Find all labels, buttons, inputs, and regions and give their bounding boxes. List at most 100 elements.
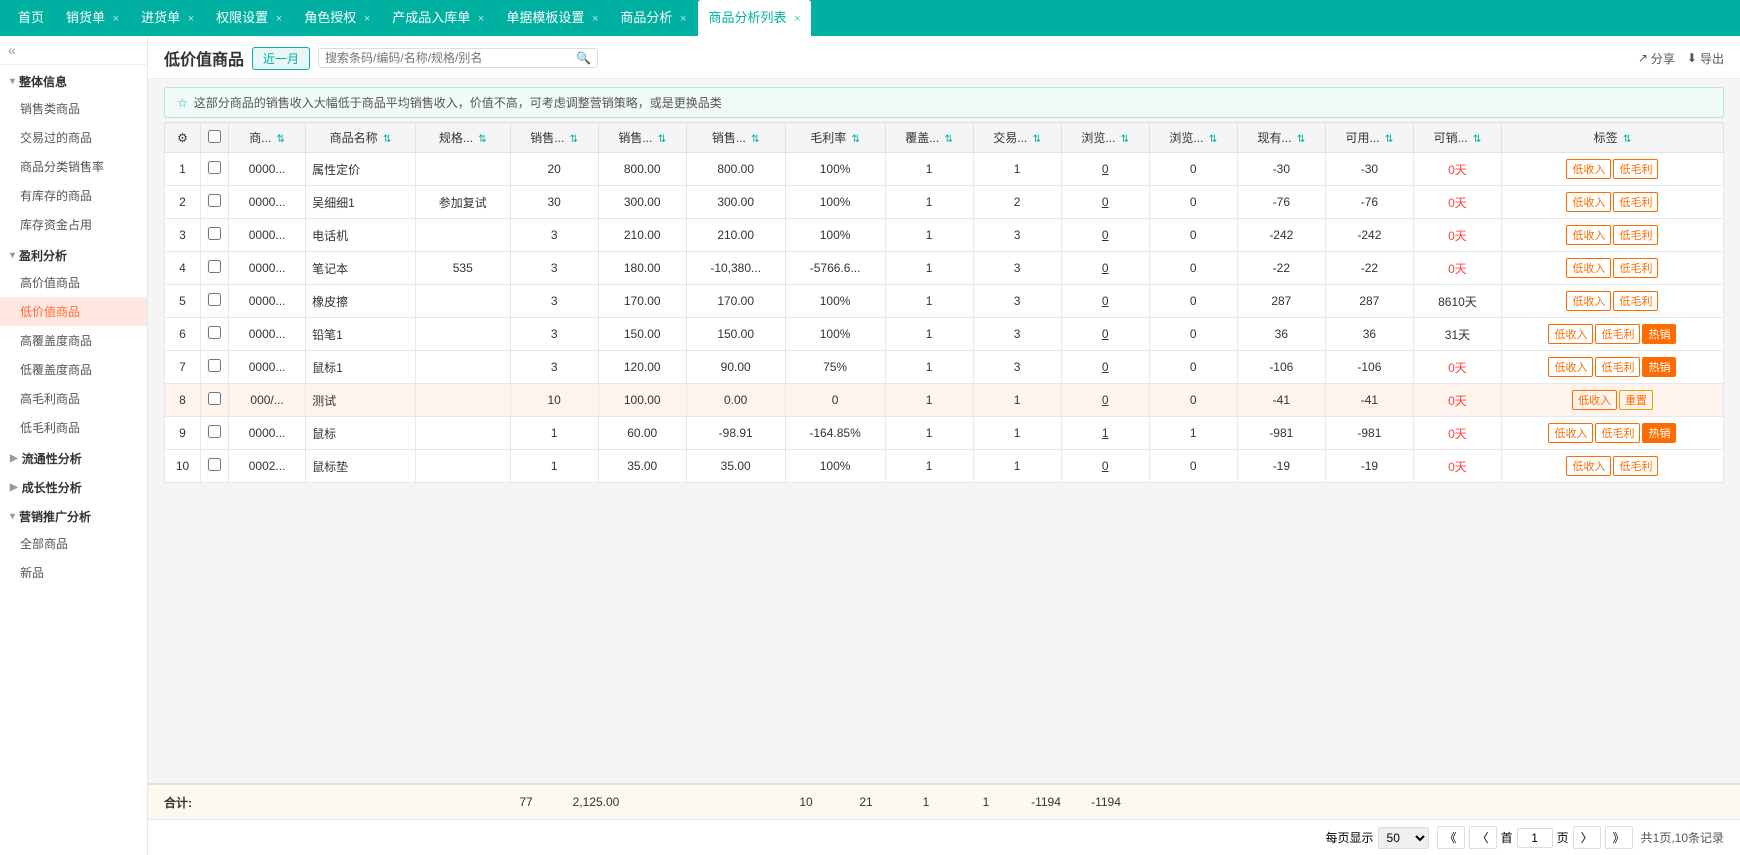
th-margin[interactable]: 毛利率 ⇅ <box>785 123 885 153</box>
sidebar-item-low-coverage[interactable]: 低覆盖度商品 <box>0 355 147 384</box>
nav-home[interactable]: 首页 <box>8 0 54 36</box>
row-checkbox[interactable] <box>208 458 221 471</box>
sidebar-item-high-margin[interactable]: 高毛利商品 <box>0 384 147 413</box>
view-count-link[interactable]: 0 <box>1102 195 1109 209</box>
view-count-link[interactable]: 0 <box>1102 327 1109 341</box>
view-count-link[interactable]: 0 <box>1102 294 1109 308</box>
sidebar-collapse-button[interactable]: « <box>8 42 16 58</box>
nav-role-auth[interactable]: 角色授权 × <box>294 0 380 36</box>
nav-product-storage[interactable]: 产成品入库单 × <box>382 0 494 36</box>
nav-sales-order[interactable]: 销货单 × <box>56 0 129 36</box>
close-icon[interactable]: × <box>113 13 119 25</box>
close-icon[interactable]: × <box>188 13 194 25</box>
close-icon[interactable]: × <box>794 13 800 25</box>
row-checkbox-cell[interactable] <box>201 450 229 483</box>
row-checkbox[interactable] <box>208 293 221 306</box>
filter-recent-month-button[interactable]: 近一月 <box>252 47 310 70</box>
th-tags[interactable]: 标签 ⇅ <box>1501 123 1723 153</box>
current-stock: 287 <box>1237 285 1325 318</box>
sale-cost: 170.00 <box>686 285 785 318</box>
th-code[interactable]: 商... ⇅ <box>229 123 306 153</box>
view-count-link[interactable]: 0 <box>1102 261 1109 275</box>
view-count-link[interactable]: 0 <box>1102 162 1109 176</box>
nav-product-analysis-list[interactable]: 商品分析列表 × <box>698 0 810 36</box>
sidebar-group-profit[interactable]: ▾ 盈利分析 <box>0 239 147 268</box>
view-count-link[interactable]: 0 <box>1102 228 1109 242</box>
sidebar-item-sales-products[interactable]: 销售类商品 <box>0 94 147 123</box>
th-spec[interactable]: 规格... ⇅ <box>415 123 510 153</box>
th-sellable[interactable]: 可销... ⇅ <box>1413 123 1501 153</box>
sidebar-item-low-value[interactable]: 低价值商品 <box>0 297 147 326</box>
sidebar-group-circulation[interactable]: ▶ 流通性分析 <box>0 442 147 471</box>
trade-count: 3 <box>973 219 1061 252</box>
nav-permissions[interactable]: 权限设置 × <box>206 0 292 36</box>
view-count-link[interactable]: 1 <box>1102 426 1109 440</box>
row-checkbox[interactable] <box>208 425 221 438</box>
th-trade[interactable]: 交易... ⇅ <box>973 123 1061 153</box>
row-checkbox-cell[interactable] <box>201 252 229 285</box>
th-available[interactable]: 可用... ⇅ <box>1325 123 1413 153</box>
sidebar-item-traded-products[interactable]: 交易过的商品 <box>0 123 147 152</box>
search-input[interactable] <box>325 51 572 65</box>
prev-page-button[interactable]: 〈 <box>1469 826 1497 849</box>
th-settings[interactable]: ⚙ <box>165 123 201 153</box>
th-current-stock[interactable]: 现有... ⇅ <box>1237 123 1325 153</box>
th-view1[interactable]: 浏览... ⇅ <box>1061 123 1149 153</box>
nav-purchase-order[interactable]: 进货单 × <box>131 0 204 36</box>
tag: 低收入 <box>1566 192 1611 212</box>
view-count-link[interactable]: 0 <box>1102 393 1109 407</box>
th-name[interactable]: 商品名称 ⇅ <box>306 123 416 153</box>
page-number-input[interactable] <box>1517 828 1553 848</box>
close-icon[interactable]: × <box>592 13 598 25</box>
first-page-button[interactable]: 《 <box>1437 826 1465 849</box>
row-checkbox[interactable] <box>208 194 221 207</box>
row-checkbox-cell[interactable] <box>201 153 229 186</box>
sidebar-item-all-products[interactable]: 全部商品 <box>0 529 147 558</box>
row-checkbox[interactable] <box>208 227 221 240</box>
row-checkbox-cell[interactable] <box>201 186 229 219</box>
sidebar-group-overview[interactable]: ▾ 整体信息 <box>0 65 147 94</box>
sidebar-item-high-coverage[interactable]: 高覆盖度商品 <box>0 326 147 355</box>
close-icon[interactable]: × <box>478 13 484 25</box>
share-button[interactable]: ↗ 分享 <box>1638 50 1675 67</box>
view-count-link[interactable]: 0 <box>1102 360 1109 374</box>
th-check[interactable] <box>201 123 229 153</box>
per-page-select[interactable]: 50 100 200 <box>1378 827 1429 849</box>
row-checkbox-cell[interactable] <box>201 285 229 318</box>
footer-sale-cost <box>636 791 716 813</box>
sidebar-item-category-sales-rate[interactable]: 商品分类销售率 <box>0 152 147 181</box>
row-checkbox-cell[interactable] <box>201 351 229 384</box>
th-sale-qty[interactable]: 销售... ⇅ <box>510 123 598 153</box>
nav-product-analysis[interactable]: 商品分析 × <box>610 0 696 36</box>
sidebar-item-stocked-products[interactable]: 有库存的商品 <box>0 181 147 210</box>
sidebar-item-low-margin[interactable]: 低毛利商品 <box>0 413 147 442</box>
sidebar-item-stock-funds[interactable]: 库存资金占用 <box>0 210 147 239</box>
view-count-link[interactable]: 0 <box>1102 459 1109 473</box>
row-checkbox-cell[interactable] <box>201 318 229 351</box>
close-icon[interactable]: × <box>364 13 370 25</box>
row-checkbox-cell[interactable] <box>201 219 229 252</box>
search-icon[interactable]: 🔍 <box>576 51 591 65</box>
th-sale-cost[interactable]: 销售... ⇅ <box>686 123 785 153</box>
nav-template-settings[interactable]: 单据模板设置 × <box>496 0 608 36</box>
row-checkbox[interactable] <box>208 260 221 273</box>
export-button[interactable]: ⬇ 导出 <box>1687 50 1724 67</box>
th-view2[interactable]: 浏览... ⇅ <box>1149 123 1237 153</box>
row-checkbox[interactable] <box>208 359 221 372</box>
sidebar-group-growth[interactable]: ▶ 成长性分析 <box>0 471 147 500</box>
select-all-checkbox[interactable] <box>208 130 221 143</box>
last-page-button[interactable]: 》 <box>1605 826 1633 849</box>
row-checkbox[interactable] <box>208 392 221 405</box>
row-checkbox[interactable] <box>208 161 221 174</box>
close-icon[interactable]: × <box>680 13 686 25</box>
th-sale-amt[interactable]: 销售... ⇅ <box>598 123 686 153</box>
th-coverage[interactable]: 覆盖... ⇅ <box>885 123 973 153</box>
sidebar-group-marketing[interactable]: ▾ 营销推广分析 <box>0 500 147 529</box>
sidebar-item-high-value[interactable]: 高价值商品 <box>0 268 147 297</box>
next-page-button[interactable]: 〉 <box>1573 826 1601 849</box>
close-icon[interactable]: × <box>276 13 282 25</box>
sidebar-item-new-products[interactable]: 新品 <box>0 558 147 587</box>
row-checkbox[interactable] <box>208 326 221 339</box>
row-checkbox-cell[interactable] <box>201 384 229 417</box>
row-checkbox-cell[interactable] <box>201 417 229 450</box>
